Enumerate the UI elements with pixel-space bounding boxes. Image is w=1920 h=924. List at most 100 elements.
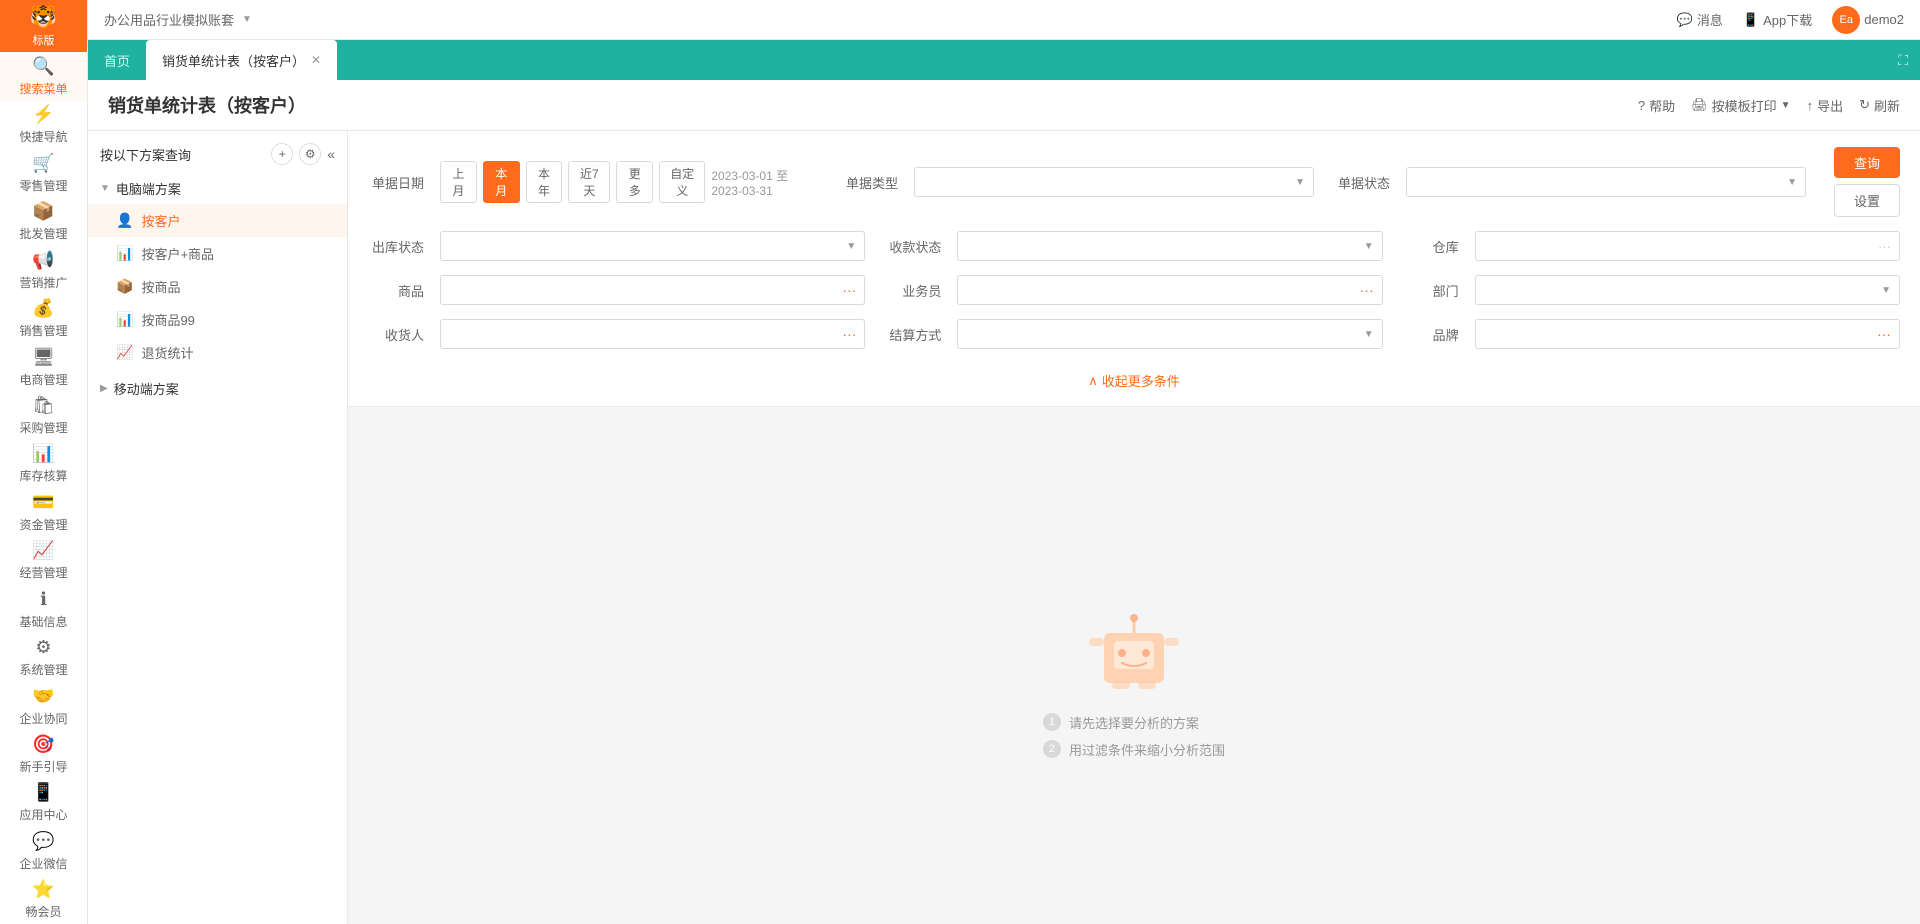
download-icon: 📱 [1743, 12, 1759, 28]
tab-home-label: 首页 [104, 51, 130, 70]
receiver-select[interactable]: ··· [440, 319, 865, 349]
sidebar-item-inventory[interactable]: 📊 库存核算 [0, 440, 88, 488]
help-button[interactable]: ? 帮助 [1638, 96, 1675, 115]
brand-dots-icon: ··· [1877, 326, 1891, 342]
template-print-button[interactable]: 🖨 按模板打印 ▼ [1691, 96, 1790, 115]
print-icon: 🖨 [1691, 97, 1708, 113]
order-type-label: 单据类型 [838, 173, 898, 192]
return-stats-icon: 📈 [116, 344, 133, 361]
sidebar-item-retail-label: 零售管理 [19, 177, 67, 194]
scheme-item-by-customer[interactable]: 👤 按客户 [88, 204, 347, 237]
filter-row-4: 收货人 ··· 结算方式 ▼ 品牌 ··· [368, 319, 1900, 349]
by-customer-label: 按客户 [141, 211, 180, 230]
inventory-icon: 📊 [32, 443, 54, 464]
breadcrumb-dropdown-icon[interactable]: ▼ [242, 14, 252, 25]
app-title[interactable]: 办公用品行业模拟账套 [104, 10, 234, 29]
sidebar-item-guide[interactable]: 🎯 新手引导 [0, 730, 88, 778]
sidebar-item-wholesale[interactable]: 📦 批发管理 [0, 197, 88, 245]
order-status-arrow-icon: ▼ [1787, 177, 1797, 188]
sidebar-item-purchase[interactable]: 🛍 采购管理 [0, 391, 88, 439]
wholesale-icon: 📦 [32, 201, 54, 222]
order-status-select[interactable]: ▼ [1406, 167, 1806, 197]
messages-button[interactable]: 💬 消息 [1677, 10, 1723, 29]
scheme-item-return-stats[interactable]: 📈 退货统计 [88, 336, 347, 369]
scheme-group-desktop-label: 电脑端方案 [116, 179, 181, 198]
scheme-item-by-goods[interactable]: 📦 按商品 [88, 270, 347, 303]
sidebar-item-marketing-label: 营销推广 [19, 274, 67, 291]
refresh-button[interactable]: ↻ 刷新 [1859, 96, 1900, 115]
by-customer-goods-label: 按客户+商品 [141, 244, 214, 263]
sidebar-item-wechat[interactable]: 💬 企业微信 [0, 827, 88, 875]
ecommerce-icon: 🖥 [32, 347, 55, 368]
date-btn-last-month[interactable]: 上月 [440, 161, 477, 203]
breadcrumb: 办公用品行业模拟账套 ▼ [104, 10, 252, 29]
apps-icon: 📱 [32, 782, 54, 803]
scheme-collapse-button[interactable]: « [327, 146, 335, 162]
help-label: 帮助 [1649, 96, 1675, 115]
date-btn-this-year[interactable]: 本年 [526, 161, 563, 203]
sidebar-item-system[interactable]: ⚙ 系统管理 [0, 633, 88, 681]
empty-hints: 1 请先选择要分析的方案 2 用过滤条件来缩小分析范围 [1043, 713, 1225, 759]
left-sidebar: 🐯 标版 🔍 搜索菜单 ⚡ 快捷导航 🛒 零售管理 📦 批发管理 📢 营销推广 … [0, 0, 88, 924]
filter-panel: 单据日期 上月 本月 本年 近7天 更多 自定义 2023-03-01 至 20… [348, 131, 1920, 407]
scheme-settings-button[interactable]: ⚙ [299, 143, 321, 165]
scheme-item-by-customer-goods[interactable]: 📊 按客户+商品 [88, 237, 347, 270]
sidebar-item-finance[interactable]: 💳 资金管理 [0, 488, 88, 536]
date-btn-custom[interactable]: 自定义 [659, 161, 705, 203]
basic-icon: ℹ [40, 589, 47, 610]
collapse-button[interactable]: ∧ 收起更多条件 [368, 363, 1900, 398]
order-type-select[interactable]: ▼ [914, 167, 1314, 197]
empty-hint-1: 1 请先选择要分析的方案 [1043, 713, 1225, 732]
settlement-select[interactable]: ▼ [957, 319, 1382, 349]
warehouse-select[interactable]: ··· [1475, 231, 1900, 261]
export-button[interactable]: ↑ 导出 [1807, 96, 1844, 115]
order-status-label: 单据状态 [1330, 173, 1390, 192]
department-arrow-icon: ▼ [1881, 285, 1891, 296]
date-btn-last-7[interactable]: 近7天 [568, 161, 610, 203]
tab-close-icon[interactable]: ✕ [311, 53, 321, 67]
sidebar-item-quick-nav[interactable]: ⚡ 快捷导航 [0, 101, 88, 149]
app-logo[interactable]: 🐯 标版 [0, 0, 88, 52]
scheme-group-mobile-header[interactable]: ▶ 移动端方案 [88, 373, 347, 404]
scheme-group-desktop-header[interactable]: ▼ 电脑端方案 [88, 173, 347, 204]
ship-status-select[interactable]: ▼ [440, 231, 865, 261]
sidebar-item-sales[interactable]: 💰 销售管理 [0, 294, 88, 342]
scheme-item-by-goods-99[interactable]: 📊 按商品99 [88, 303, 347, 336]
payment-status-select[interactable]: ▼ [957, 231, 1382, 261]
salesperson-select[interactable]: ··· [957, 275, 1382, 305]
sidebar-item-cooperation[interactable]: 🤝 企业协同 [0, 682, 88, 730]
tab-sales-stats[interactable]: 销货单统计表（按客户） ✕ [146, 40, 337, 80]
header-actions: 💬 消息 📱 App下载 Ea demo2 [1677, 6, 1904, 34]
app-download-button[interactable]: 📱 App下载 [1743, 10, 1812, 29]
scheme-header: 按以下方案查询 + ⚙ « [88, 143, 347, 173]
fullscreen-icon: ⛶ [1898, 52, 1908, 68]
sidebar-item-ecommerce[interactable]: 🖥 电商管理 [0, 343, 88, 391]
scheme-group-desktop: ▼ 电脑端方案 👤 按客户 📊 按客户+商品 📦 按商品 [88, 173, 347, 369]
sidebar-item-guide-label: 新手引导 [19, 758, 67, 775]
by-goods-99-icon: 📊 [116, 311, 133, 328]
date-btn-more[interactable]: 更多 [616, 161, 653, 203]
scheme-add-button[interactable]: + [271, 143, 293, 165]
goods-label: 商品 [368, 281, 424, 300]
search-icon: 🔍 [32, 56, 54, 77]
retail-icon: 🛒 [32, 153, 54, 174]
brand-select[interactable]: ··· [1475, 319, 1900, 349]
sidebar-item-retail[interactable]: 🛒 零售管理 [0, 149, 88, 197]
goods-select[interactable]: ··· [440, 275, 865, 305]
tab-fullscreen-button[interactable]: ⛶ [1898, 52, 1908, 69]
avatar: Ea [1832, 6, 1860, 34]
wechat-icon: 💬 [32, 831, 54, 852]
settings-button[interactable]: 设置 [1834, 184, 1900, 217]
sidebar-item-apps[interactable]: 📱 应用中心 [0, 779, 88, 827]
date-btn-this-month[interactable]: 本月 [483, 161, 520, 203]
user-menu[interactable]: Ea demo2 [1832, 6, 1904, 34]
query-button[interactable]: 查询 [1834, 147, 1900, 178]
sidebar-item-operation[interactable]: 📈 经营管理 [0, 537, 88, 585]
tab-home[interactable]: 首页 [88, 40, 146, 80]
sidebar-item-member[interactable]: ⭐ 畅会员 [0, 876, 88, 924]
sidebar-item-marketing[interactable]: 📢 营销推广 [0, 246, 88, 294]
system-icon: ⚙ [35, 637, 51, 658]
department-select[interactable]: ▼ [1475, 275, 1900, 305]
sidebar-item-search[interactable]: 🔍 搜索菜单 [0, 52, 88, 100]
sidebar-item-basic[interactable]: ℹ 基础信息 [0, 585, 88, 633]
